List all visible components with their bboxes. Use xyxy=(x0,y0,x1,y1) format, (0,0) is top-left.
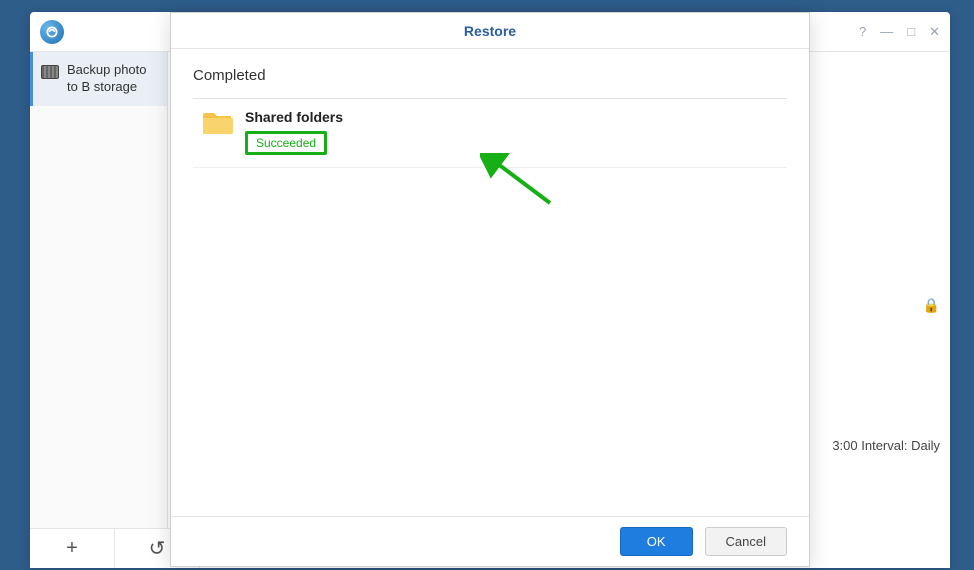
task-icon xyxy=(41,65,59,79)
modal-heading: Completed xyxy=(193,67,787,84)
modal-footer: OK Cancel xyxy=(171,516,809,566)
add-task-button[interactable]: + xyxy=(30,529,115,568)
maximize-icon[interactable]: □ xyxy=(907,24,915,40)
modal-title: Restore xyxy=(171,13,809,49)
restore-modal: Restore Completed Shared folders Succeed… xyxy=(170,12,810,567)
status-badge: Succeeded xyxy=(245,131,327,155)
help-icon[interactable]: ? xyxy=(859,24,866,40)
folder-icon xyxy=(203,109,233,135)
sidebar-item-label: Backup photo to B storage xyxy=(67,62,159,96)
sidebar: Backup photo to B storage xyxy=(30,52,168,528)
cancel-button[interactable]: Cancel xyxy=(705,527,787,556)
encryption-indicator xyxy=(923,297,940,315)
schedule-text: 3:00 Interval: Daily xyxy=(832,438,940,453)
sidebar-item-task[interactable]: Backup photo to B storage xyxy=(30,52,167,106)
app-icon xyxy=(40,20,64,44)
minimize-icon[interactable]: — xyxy=(880,24,893,40)
ok-button[interactable]: OK xyxy=(620,527,693,556)
result-name: Shared folders xyxy=(245,109,343,125)
lock-icon xyxy=(923,297,940,314)
close-icon[interactable]: ✕ xyxy=(929,24,940,40)
result-row: Shared folders Succeeded xyxy=(193,99,787,168)
